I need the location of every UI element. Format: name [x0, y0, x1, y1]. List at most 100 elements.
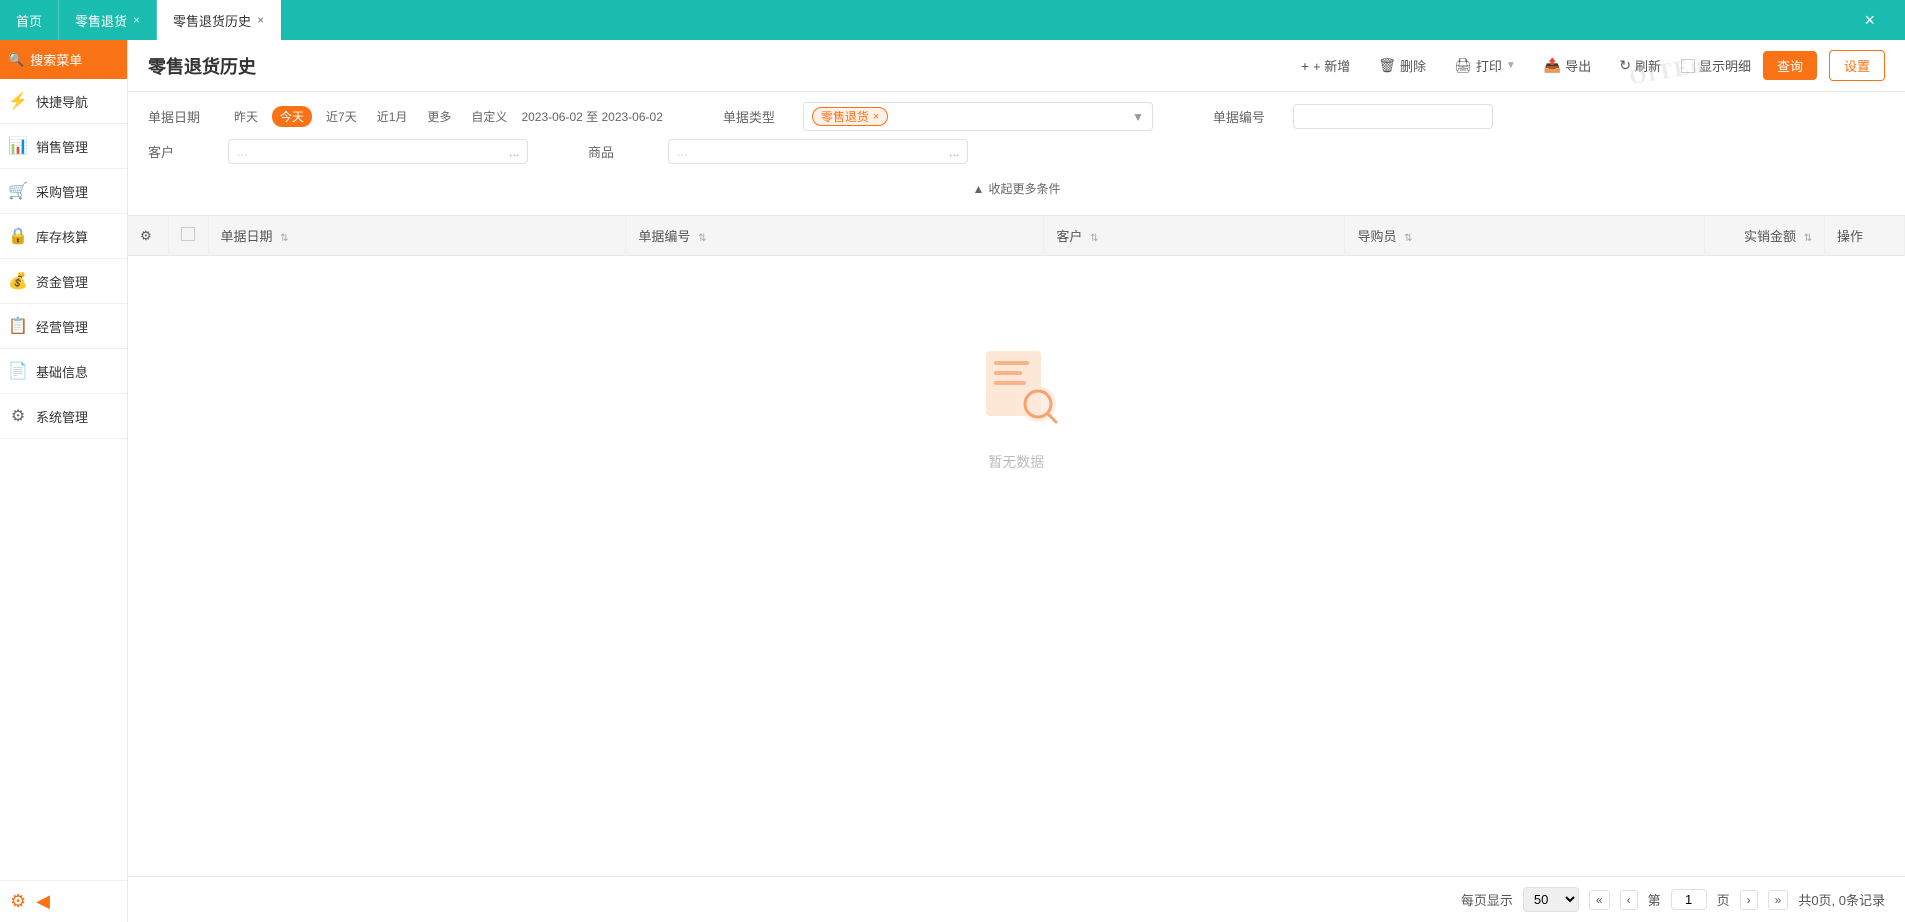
display-detail-checkbox[interactable] [1681, 59, 1695, 73]
customer-dropdown-icon: ... [509, 145, 519, 159]
sidebar-item-purchase-mgmt-label: 采购管理 [36, 182, 88, 201]
doc-date-sort-icon: ⇅ [280, 233, 288, 244]
sales-mgmt-icon: 📊 [8, 136, 28, 156]
refresh-icon: ↻ [1619, 57, 1631, 74]
collapse-button[interactable]: ▲ 收起更多条件 [961, 176, 1073, 201]
sidebar-item-sales-mgmt[interactable]: 📊 销售管理 [0, 124, 127, 169]
date-chip-yesterday[interactable]: 昨天 [228, 106, 264, 127]
customer-placeholder: ... [237, 144, 503, 159]
amount-sort-icon: ⇅ [1804, 233, 1812, 244]
date-chip-today[interactable]: 今天 [272, 106, 312, 127]
goods-filter-input[interactable]: ... ... [668, 139, 968, 164]
type-tag-close[interactable]: × [873, 111, 879, 123]
refresh-button-label: 刷新 [1635, 56, 1661, 75]
sidebar-item-sales-mgmt-label: 销售管理 [36, 137, 88, 156]
finance-icon: 💰 [8, 271, 28, 291]
top-bar-right: × [1854, 10, 1905, 31]
type-filter-input[interactable]: 零售退货 × ▼ [803, 102, 1153, 131]
sidebar-item-basic-info-label: 基础信息 [36, 362, 88, 381]
table-body: 暂无数据 [128, 256, 1905, 553]
sidebar-item-finance[interactable]: 💰 资金管理 [0, 259, 127, 304]
tab-retail-return[interactable]: 零售退货 × [59, 0, 157, 40]
per-page-label: 每页显示 [1461, 890, 1513, 909]
sidebar-item-ops-mgmt-label: 经营管理 [36, 317, 88, 336]
doc-no-filter-label: 单据编号 [1213, 107, 1273, 126]
sidebar-collapse-btn[interactable]: ◀ [36, 891, 50, 912]
sidebar-item-quick-nav[interactable]: ⚡ 快捷导航 [0, 79, 127, 124]
sidebar-item-basic-info[interactable]: 📄 基础信息 [0, 349, 127, 394]
date-chip-7days[interactable]: 近7天 [320, 106, 363, 127]
refresh-button[interactable]: ↻ 刷新 [1611, 52, 1669, 79]
empty-state-row: 暂无数据 [128, 256, 1905, 553]
sys-mgmt-icon: ⚙ [8, 406, 28, 426]
table-settings-icon[interactable]: ⚙ [140, 228, 152, 243]
total-label: 共0页, 0条记录 [1798, 890, 1885, 909]
quick-nav-icon: ⚡ [8, 91, 28, 111]
page-first-btn[interactable]: « [1589, 890, 1610, 910]
page-next-btn[interactable]: › [1740, 890, 1758, 910]
sidebar-search[interactable]: 🔍 搜索菜单 [0, 40, 127, 79]
date-chip-custom[interactable]: 自定义 [465, 106, 513, 127]
filter-section: 单据日期 昨天 今天 近7天 近1月 更多 自定义 2023-06-02 至 2… [128, 92, 1905, 216]
sidebar-item-inventory[interactable]: 🔒 库存核算 [0, 214, 127, 259]
content-area: 零售退货历史 + + 新增 🗑 删除 🖨 打印 ▼ 📤 导出 [128, 40, 1905, 922]
print-button[interactable]: 🖨 打印 ▼ [1446, 52, 1524, 79]
top-bar: 首页 零售退货 × 零售退货历史 × × [0, 0, 1905, 40]
settings-button[interactable]: 设置 [1829, 50, 1885, 81]
new-icon: + [1301, 58, 1309, 74]
filter-row-2: 客户 ... ... 商品 ... ... [148, 139, 1885, 164]
page-prev-btn[interactable]: ‹ [1620, 890, 1638, 910]
tab-retail-return-close[interactable]: × [133, 13, 140, 27]
page-last-btn[interactable]: » [1768, 890, 1789, 910]
new-button[interactable]: + + 新增 [1293, 52, 1358, 79]
data-table: ⚙ 单据日期 ⇅ 单据编号 ⇅ [128, 216, 1905, 552]
toolbar: + + 新增 🗑 删除 🖨 打印 ▼ 📤 导出 ↻ [1293, 50, 1885, 81]
sidebar-settings-btn[interactable]: ⚙ [10, 891, 26, 912]
type-tag: 零售退货 × [812, 107, 888, 126]
th-doc-date[interactable]: 单据日期 ⇅ [208, 216, 626, 256]
customer-filter-input[interactable]: ... ... [228, 139, 528, 164]
window-close-btn[interactable]: × [1854, 10, 1885, 31]
tab-home-label: 首页 [16, 11, 42, 30]
table-container: ⚙ 单据日期 ⇅ 单据编号 ⇅ [128, 216, 1905, 876]
type-filter-label: 单据类型 [723, 107, 783, 126]
th-amount[interactable]: 实销金额 ⇅ [1705, 216, 1825, 256]
empty-state-cell: 暂无数据 [128, 256, 1905, 553]
purchase-mgmt-icon: 🛒 [8, 181, 28, 201]
empty-state: 暂无数据 [128, 256, 1905, 552]
basic-info-icon: 📄 [8, 361, 28, 381]
print-button-label: 打印 [1476, 56, 1502, 75]
tab-home[interactable]: 首页 [0, 0, 59, 40]
collapse-row: ▲ 收起更多条件 [148, 172, 1885, 205]
th-doc-no[interactable]: 单据编号 ⇅ [626, 216, 1044, 256]
sidebar-item-finance-label: 资金管理 [36, 272, 88, 291]
inventory-icon: 🔒 [8, 226, 28, 246]
tab-retail-return-history-close[interactable]: × [257, 13, 264, 27]
doc-no-input[interactable] [1293, 104, 1493, 129]
sidebar: 🔍 搜索菜单 ⚡ 快捷导航 📊 销售管理 🛒 采购管理 🔒 库存核算 💰 资金管… [0, 40, 128, 922]
date-chip-more[interactable]: 更多 [421, 106, 457, 127]
query-button[interactable]: 查询 [1763, 51, 1817, 80]
export-button[interactable]: 📤 导出 [1536, 52, 1599, 79]
display-detail: 显示明细 [1681, 56, 1751, 75]
sidebar-item-inventory-label: 库存核算 [36, 227, 88, 246]
page-num-input[interactable] [1671, 889, 1707, 910]
sidebar-item-ops-mgmt[interactable]: 📋 经营管理 [0, 304, 127, 349]
tab-retail-return-history[interactable]: 零售退货历史 × [157, 0, 281, 40]
per-page-select[interactable]: 10 20 50 100 [1523, 887, 1579, 912]
export-icon: 📤 [1544, 57, 1561, 74]
sidebar-item-sys-mgmt[interactable]: ⚙ 系统管理 [0, 394, 127, 439]
delete-button[interactable]: 🗑 删除 [1370, 52, 1434, 79]
type-dropdown-icon: ▼ [1132, 110, 1144, 124]
customer-filter-label: 客户 [148, 142, 208, 161]
date-range-display: 2023-06-02 至 2023-06-02 [521, 108, 662, 125]
date-filter: 昨天 今天 近7天 近1月 更多 自定义 2023-06-02 至 2023-0… [228, 106, 663, 127]
th-guide[interactable]: 导购员 ⇅ [1345, 216, 1705, 256]
th-customer[interactable]: 客户 ⇅ [1044, 216, 1345, 256]
export-button-label: 导出 [1565, 56, 1591, 75]
delete-button-label: 删除 [1400, 56, 1426, 75]
sidebar-item-purchase-mgmt[interactable]: 🛒 采购管理 [0, 169, 127, 214]
date-chip-1month[interactable]: 近1月 [371, 106, 414, 127]
table-select-all-checkbox[interactable] [181, 227, 195, 241]
page-label: 第 [1648, 890, 1661, 909]
